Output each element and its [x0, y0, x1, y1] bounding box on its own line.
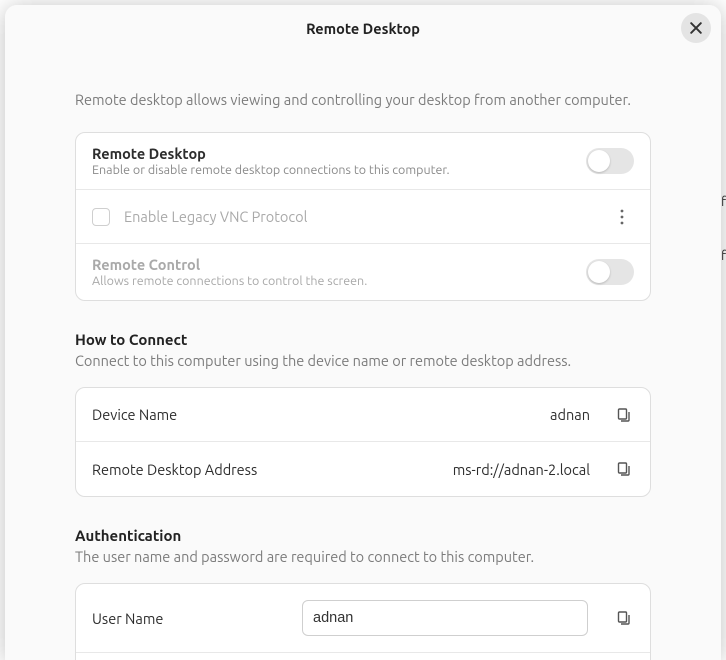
remote-control-sub: Allows remote connections to control the…	[92, 274, 572, 288]
connect-group: Device Name adnan Remote Desktop Address…	[75, 387, 651, 497]
auth-group: User Name Password	[75, 583, 651, 660]
copy-device-name-button[interactable]	[612, 404, 634, 426]
remote-control-title: Remote Control	[92, 256, 572, 273]
address-row: Remote Desktop Address ms-rd://adnan-2.l…	[76, 442, 650, 496]
legacy-vnc-row: Enable Legacy VNC Protocol	[76, 190, 650, 244]
address-label: Remote Desktop Address	[92, 461, 439, 478]
how-to-connect-sub: Connect to this computer using the devic…	[75, 352, 651, 369]
copy-address-button[interactable]	[612, 458, 634, 480]
remote-desktop-row: Remote Desktop Enable or disable remote …	[76, 133, 650, 190]
remote-desktop-title: Remote Desktop	[92, 145, 572, 162]
auth-sub: The user name and password are required …	[75, 548, 651, 565]
dialog-title: Remote Desktop	[306, 20, 420, 37]
username-label: User Name	[92, 610, 163, 627]
remote-desktop-switch[interactable]	[586, 148, 634, 174]
intro-text: Remote desktop allows viewing and contro…	[75, 89, 651, 110]
remote-control-switch[interactable]	[586, 259, 634, 285]
password-row: Password	[76, 653, 650, 660]
remote-control-row: Remote Control Allows remote connections…	[76, 244, 650, 300]
device-name-label: Device Name	[92, 406, 536, 423]
copy-icon	[615, 461, 631, 477]
how-to-connect-heading: How to Connect	[75, 331, 651, 348]
copy-icon	[615, 610, 631, 626]
close-button[interactable]	[681, 13, 711, 43]
dots-vertical-icon	[620, 209, 624, 225]
remote-desktop-sub: Enable or disable remote desktop connect…	[92, 163, 572, 177]
device-name-value: adnan	[550, 406, 590, 423]
auth-heading: Authentication	[75, 527, 651, 544]
close-icon	[690, 22, 702, 34]
remote-desktop-dialog: Remote Desktop Remote desktop allows vie…	[5, 5, 721, 660]
copy-username-button[interactable]	[612, 607, 634, 629]
username-row: User Name	[76, 584, 650, 653]
options-group: Remote Desktop Enable or disable remote …	[75, 132, 651, 301]
legacy-vnc-label: Enable Legacy VNC Protocol	[124, 208, 596, 225]
dialog-header: Remote Desktop	[5, 5, 721, 51]
address-value: ms-rd://adnan-2.local	[453, 461, 590, 478]
copy-icon	[615, 407, 631, 423]
device-name-row: Device Name adnan	[76, 388, 650, 442]
dialog-body: Remote desktop allows viewing and contro…	[5, 51, 721, 660]
legacy-vnc-menu-button[interactable]	[610, 205, 634, 229]
legacy-vnc-checkbox[interactable]	[92, 208, 110, 226]
username-input[interactable]	[302, 600, 588, 636]
